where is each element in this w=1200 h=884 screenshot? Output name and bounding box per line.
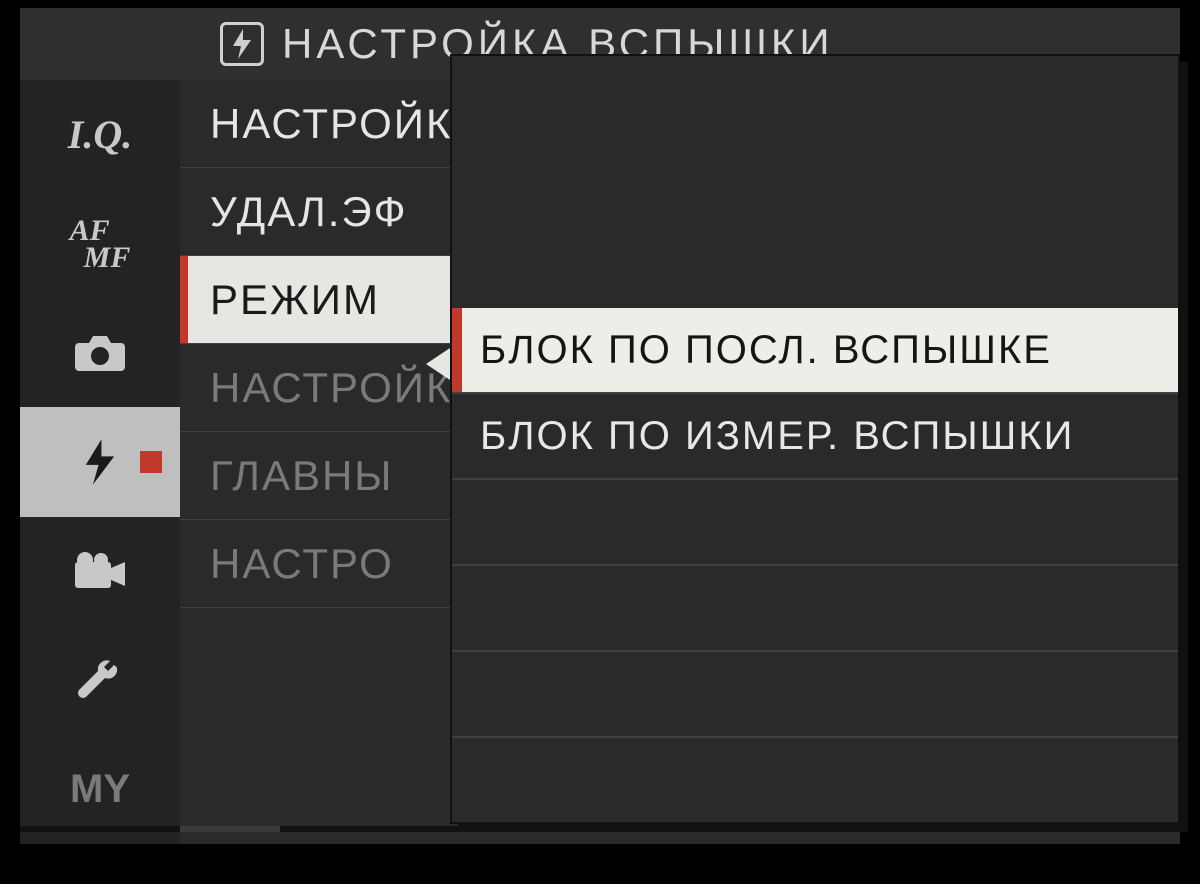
popup-empty-row: [452, 480, 1178, 566]
sidebar-tabs: I.Q. AFMF MY: [20, 80, 180, 844]
popup-empty-row: [452, 566, 1178, 652]
tab-shoot[interactable]: [20, 298, 180, 407]
tab-afmf-label: AFMF: [70, 217, 131, 271]
tab-iq-label: I.Q.: [68, 111, 132, 158]
back-arrow-icon[interactable]: [426, 348, 450, 380]
flash-icon: [220, 22, 264, 66]
tab-my-label: MY: [70, 767, 130, 812]
flash-icon: [83, 439, 117, 485]
movie-icon: [73, 552, 127, 590]
bottom-accent: [180, 826, 280, 832]
popup-option[interactable]: БЛОК ПО ИЗМЕР. ВСПЫШКИ: [452, 394, 1178, 480]
popup-spacer: [452, 56, 1178, 308]
popup-empty-row: [452, 738, 1178, 824]
tab-flash[interactable]: [20, 407, 180, 516]
popup-empty-row: [452, 652, 1178, 738]
submenu-popup: БЛОК ПО ПОСЛ. ВСПЫШКЕ БЛОК ПО ИЗМЕР. ВСП…: [450, 54, 1180, 824]
camera-menu-screen: НАСТРОЙКА ВСПЫШКИ I.Q. AFMF: [20, 8, 1180, 844]
tab-afmf[interactable]: AFMF: [20, 189, 180, 298]
popup-option-selected[interactable]: БЛОК ПО ПОСЛ. ВСПЫШКЕ: [452, 308, 1178, 394]
camera-icon: [73, 333, 127, 373]
tab-setup[interactable]: [20, 626, 180, 735]
wrench-icon: [76, 656, 124, 704]
active-indicator: [140, 451, 162, 473]
tab-iq[interactable]: I.Q.: [20, 80, 180, 189]
tab-movie[interactable]: [20, 517, 180, 626]
